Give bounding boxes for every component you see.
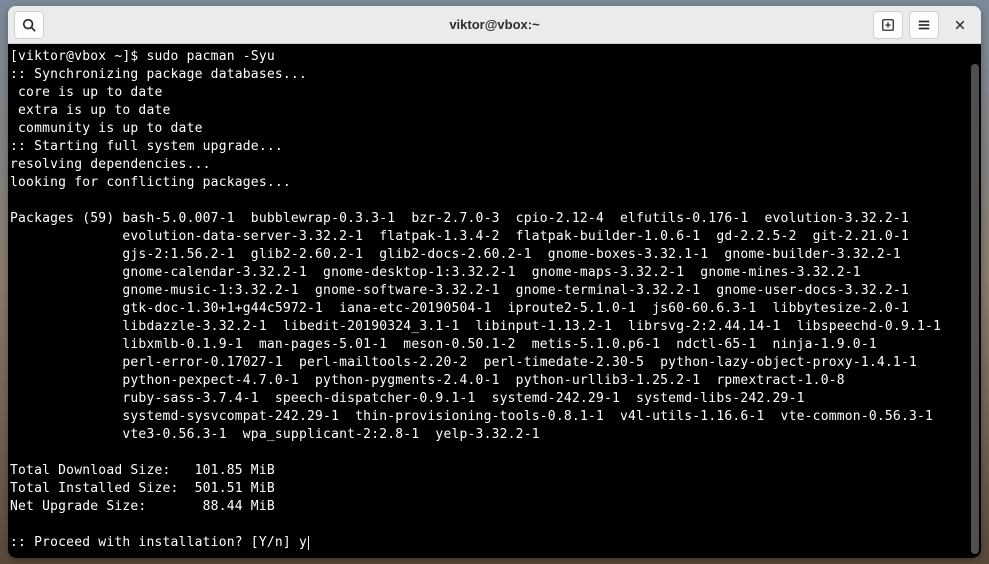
output-line: gnome-music-1:3.32.2-1 gnome-software-3.… — [10, 283, 909, 298]
terminal-content: [viktor@vbox ~]$ sudo pacman -Syu :: Syn… — [8, 44, 981, 556]
output-line: Net Upgrade Size: 88.44 MiB — [10, 499, 275, 514]
output-line: resolving dependencies... — [10, 157, 211, 172]
cursor — [308, 536, 309, 550]
output-line: :: Proceed with installation? [Y/n] y — [10, 535, 307, 550]
output-line: gnome-calendar-3.32.2-1 gnome-desktop-1:… — [10, 265, 861, 280]
close-button[interactable] — [945, 11, 975, 39]
output-line: core is up to date — [10, 85, 163, 100]
new-tab-icon — [881, 18, 895, 32]
search-icon — [22, 18, 36, 32]
new-tab-button[interactable] — [873, 11, 903, 39]
close-icon — [954, 19, 966, 31]
output-line: python-pexpect-4.7.0-1 python-pygments-2… — [10, 373, 845, 388]
window-title: viktor@vbox:~ — [449, 17, 539, 32]
menu-button[interactable] — [909, 11, 939, 39]
output-line: community is up to date — [10, 121, 203, 136]
output-line: Total Download Size: 101.85 MiB — [10, 463, 275, 478]
output-line: gjs-2:1.56.2-1 glib2-2.60.2-1 glib2-docs… — [10, 247, 901, 262]
output-line: perl-error-0.17027-1 perl-mailtools-2.20… — [10, 355, 917, 370]
scrollbar[interactable] — [971, 64, 979, 554]
hamburger-icon — [917, 18, 931, 32]
titlebar: viktor@vbox:~ — [8, 6, 981, 44]
output-line: vte3-0.56.3-1 wpa_supplicant-2:2.8-1 yel… — [10, 427, 540, 442]
scrollbar-thumb[interactable] — [971, 64, 979, 554]
output-line: looking for conflicting packages... — [10, 175, 291, 190]
prompt: [viktor@vbox ~]$ — [10, 49, 146, 64]
search-button[interactable] — [14, 11, 44, 39]
output-line: Packages (59) bash-5.0.007-1 bubblewrap-… — [10, 211, 909, 226]
output-line: Total Installed Size: 501.51 MiB — [10, 481, 275, 496]
command: sudo pacman -Syu — [146, 49, 274, 64]
output-line: systemd-sysvcompat-242.29-1 thin-provisi… — [10, 409, 933, 424]
output-line: :: Starting full system upgrade... — [10, 139, 283, 154]
output-line: extra is up to date — [10, 103, 171, 118]
output-line: evolution-data-server-3.32.2-1 flatpak-1… — [10, 229, 909, 244]
output-line: gtk-doc-1.30+1+g44c5972-1 iana-etc-20190… — [10, 301, 909, 316]
output-line: libdazzle-3.32.2-1 libedit-20190324_3.1-… — [10, 319, 941, 334]
terminal-area[interactable]: [viktor@vbox ~]$ sudo pacman -Syu :: Syn… — [8, 44, 981, 558]
output-line: ruby-sass-3.7.4-1 speech-dispatcher-0.9.… — [10, 391, 805, 406]
output-line: libxmlb-0.1.9-1 man-pages-5.01-1 meson-0… — [10, 337, 877, 352]
terminal-window: viktor@vbox:~ — [8, 6, 981, 558]
output-line: :: Synchronizing package databases... — [10, 67, 307, 82]
